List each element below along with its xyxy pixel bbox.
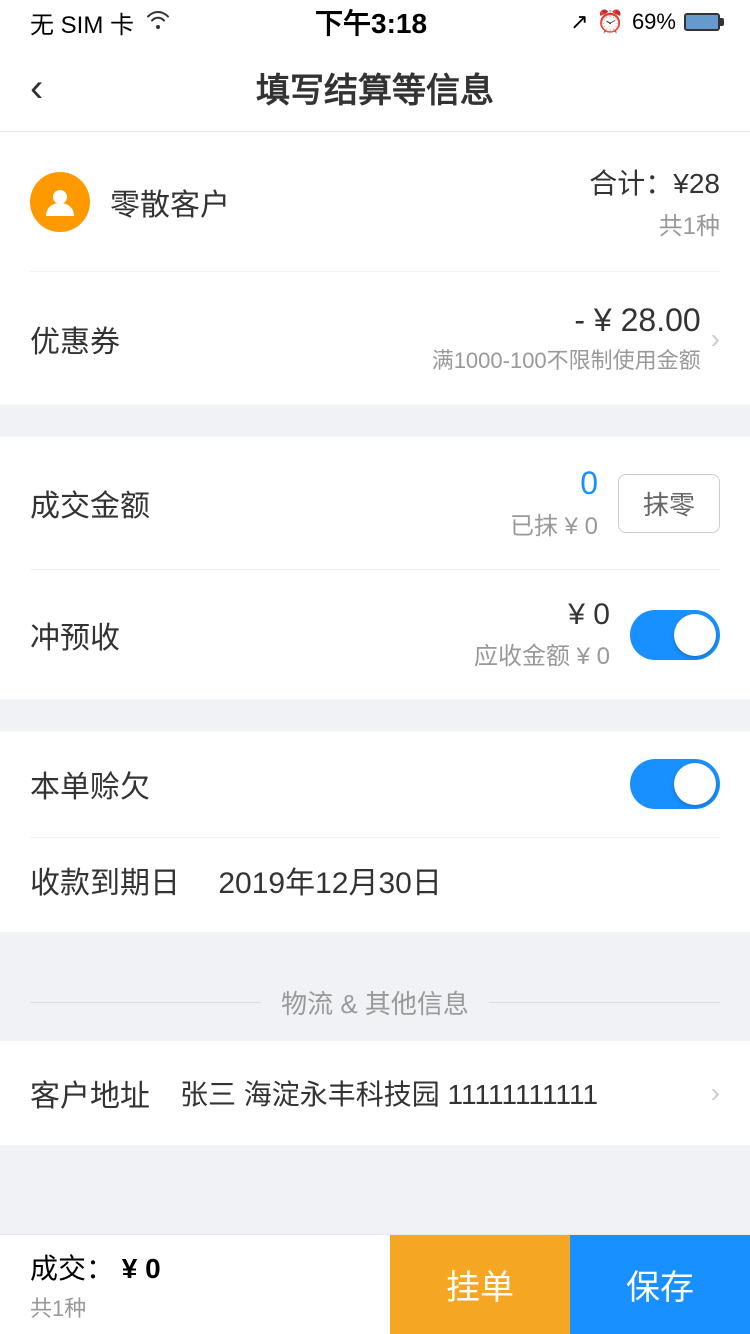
- status-right: ↗ ⏰ 69%: [570, 9, 720, 35]
- debit-section: 本单赊欠 收款到期日 2019年12月30日: [0, 731, 750, 932]
- prepay-toggle[interactable]: [630, 610, 720, 660]
- divider-line-left: [30, 1002, 261, 1003]
- bottom-count: 共1种: [30, 1291, 360, 1323]
- amount-block: 0 已抹 ¥ 0: [510, 465, 598, 541]
- address-row[interactable]: 客户地址 张三 海淀永丰科技园 11111111111 ›: [0, 1041, 750, 1145]
- bottom-bar: 成交： ¥ 0 共1种 挂单 保存: [0, 1234, 750, 1334]
- address-section: 客户地址 张三 海淀永丰科技园 11111111111 ›: [0, 1041, 750, 1145]
- debit-date-row: 收款到期日 2019年12月30日: [0, 838, 750, 932]
- date-label: 收款到期日: [30, 867, 180, 900]
- coupon-row[interactable]: 优惠券 - ¥ 28.00 满1000-100不限制使用金额 ›: [0, 272, 750, 405]
- customer-summary: 合计：¥28 共1种: [589, 162, 720, 241]
- nav-title: 填写结算等信息: [256, 63, 494, 112]
- status-bar: 无 SIM 卡 下午3:18 ↗ ⏰ 69%: [0, 0, 750, 44]
- amount-label: 成交金额: [30, 481, 150, 525]
- bottom-summary: 成交： ¥ 0 共1种: [0, 1235, 390, 1334]
- round-button[interactable]: 抹零: [618, 474, 720, 533]
- bottom-summary-label: 成交：: [30, 1253, 114, 1284]
- prepay-right: ¥ 0 应收金额 ¥ 0: [474, 598, 720, 671]
- chevron-icon: ›: [711, 323, 720, 355]
- amount-row: 成交金额 0 已抹 ¥ 0 抹零: [0, 437, 750, 569]
- carrier-label: 无 SIM 卡: [30, 5, 134, 40]
- prepay-block: ¥ 0 应收金额 ¥ 0: [474, 598, 610, 671]
- coupon-desc: 满1000-100不限制使用金额: [432, 343, 701, 375]
- date-value: 2019年12月30日: [218, 867, 441, 900]
- amount-right: 0 已抹 ¥ 0 抹零: [510, 465, 720, 541]
- total-count: 共1种: [589, 206, 720, 241]
- section-gap-3: [0, 948, 750, 964]
- toggle-knob: [674, 614, 716, 656]
- customer-row: 零散客户 合计：¥28 共1种: [0, 132, 750, 271]
- amount-value: 0: [510, 465, 598, 502]
- coupon-right: - ¥ 28.00 满1000-100不限制使用金额 ›: [432, 302, 720, 375]
- customer-section: 零散客户 合计：¥28 共1种 优惠券 - ¥ 28.00 满1000-100不…: [0, 132, 750, 405]
- location-icon: ↗: [570, 9, 588, 35]
- amount-sub: 已抹 ¥ 0: [510, 506, 598, 541]
- divider-line-right: [489, 1002, 720, 1003]
- coupon-label: 优惠券: [30, 317, 120, 361]
- logistics-header: 物流 & 其他信息: [0, 964, 750, 1041]
- status-left: 无 SIM 卡: [30, 5, 172, 40]
- bottom-summary-amount: ¥ 0: [122, 1253, 161, 1284]
- back-button[interactable]: ‹: [30, 68, 43, 108]
- wifi-icon: [144, 8, 172, 36]
- coupon-discount: - ¥ 28.00: [432, 302, 701, 339]
- customer-left: 零散客户: [30, 172, 230, 232]
- prepay-label: 冲预收: [30, 613, 120, 657]
- status-time: 下午3:18: [315, 2, 427, 42]
- customer-name: 零散客户: [110, 180, 230, 224]
- address-chevron-icon: ›: [711, 1077, 720, 1109]
- debit-toggle-knob: [674, 763, 716, 805]
- section-gap-2: [0, 715, 750, 731]
- prepay-sub: 应收金额 ¥ 0: [474, 636, 610, 671]
- debit-row: 本单赊欠: [0, 731, 750, 837]
- save-button[interactable]: 保存: [570, 1235, 750, 1334]
- debit-label: 本单赊欠: [30, 762, 150, 806]
- nav-bar: ‹ 填写结算等信息: [0, 44, 750, 132]
- hold-button[interactable]: 挂单: [390, 1235, 570, 1334]
- coupon-info: - ¥ 28.00 满1000-100不限制使用金额: [432, 302, 701, 375]
- bottom-amount-row: 成交： ¥ 0: [30, 1247, 360, 1287]
- transaction-section: 成交金额 0 已抹 ¥ 0 抹零 冲预收 ¥ 0 应收金额 ¥ 0: [0, 437, 750, 699]
- section-gap-1: [0, 421, 750, 437]
- logistics-label: 物流 & 其他信息: [281, 984, 469, 1021]
- address-value: 张三 海淀永丰科技园 11111111111: [180, 1073, 711, 1113]
- total-amount: 合计：¥28: [589, 162, 720, 202]
- alarm-icon: ⏰: [597, 9, 624, 35]
- battery-label: 69%: [632, 9, 676, 35]
- debit-toggle[interactable]: [630, 759, 720, 809]
- avatar: [30, 172, 90, 232]
- prepay-amount: ¥ 0: [474, 598, 610, 632]
- prepay-row: 冲预收 ¥ 0 应收金额 ¥ 0: [0, 570, 750, 699]
- battery-icon: [684, 13, 720, 31]
- address-label: 客户地址: [30, 1071, 150, 1115]
